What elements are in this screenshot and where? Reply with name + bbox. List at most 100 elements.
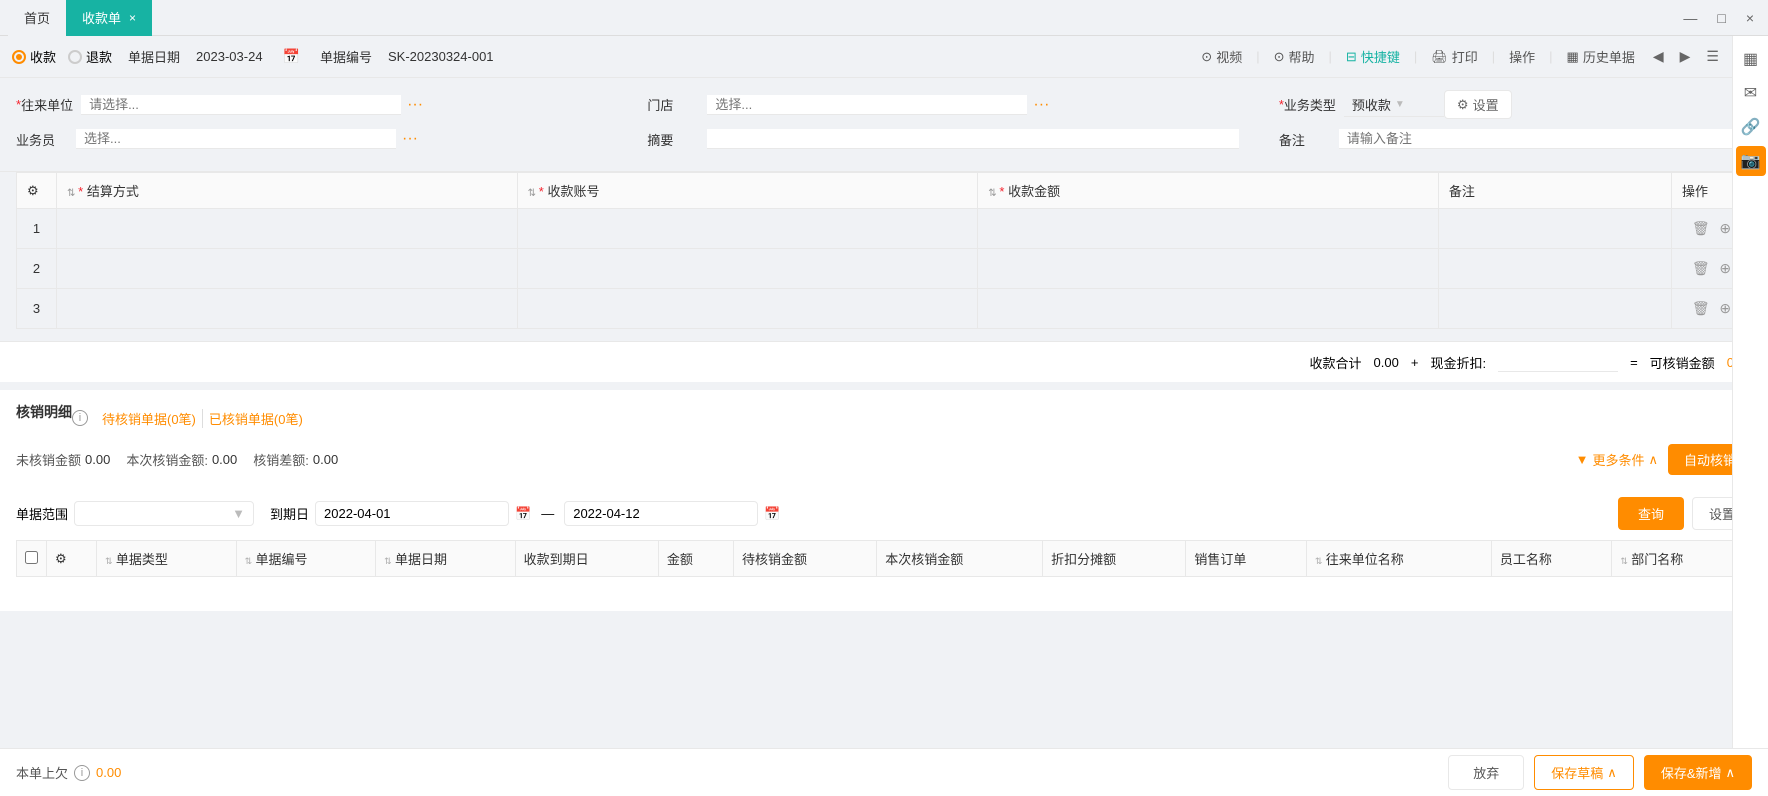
draft-btn[interactable]: 保存草稿 ∧ bbox=[1534, 755, 1634, 790]
range-label: 单据范围 bbox=[16, 504, 68, 523]
copy-row-3-icon[interactable]: ⊕ bbox=[1719, 300, 1731, 316]
history-icon: ▦ bbox=[1567, 49, 1579, 65]
form-row-2: 业务员 ··· 摘要 备注 bbox=[16, 129, 1752, 149]
sort-partner[interactable]: ⇅ bbox=[1315, 556, 1323, 566]
delete-row-1-icon[interactable]: 🗑 bbox=[1692, 220, 1710, 236]
sort-icon-3[interactable]: ⇅ bbox=[988, 188, 999, 199]
tab-home[interactable]: 首页 bbox=[8, 0, 66, 36]
select-all-checkbox[interactable] bbox=[25, 551, 38, 564]
sort-doc-num[interactable]: ⇅ bbox=[245, 556, 253, 566]
row-settlement-2[interactable] bbox=[57, 249, 518, 289]
right-panel-camera-btn[interactable]: 📷 bbox=[1736, 146, 1766, 176]
range-select[interactable]: ▼ bbox=[74, 501, 254, 526]
settings-btn[interactable]: ⚙ 设置 bbox=[1444, 90, 1512, 119]
delete-row-2-icon[interactable]: 🗑 bbox=[1692, 260, 1710, 276]
th-gear[interactable]: ⚙ bbox=[17, 173, 57, 209]
biz-type-select[interactable]: 预收款 ▼ bbox=[1344, 93, 1444, 117]
range-field: 单据范围 ▼ bbox=[16, 501, 254, 526]
query-btn[interactable]: 查询 bbox=[1618, 497, 1684, 530]
row-amount-3[interactable] bbox=[978, 289, 1439, 329]
delete-row-3-icon[interactable]: 🗑 bbox=[1692, 300, 1710, 316]
refund-radio[interactable]: 退款 bbox=[68, 47, 112, 66]
arrow-right-icon[interactable]: ▶ bbox=[1676, 46, 1695, 67]
right-panel-link-btn[interactable]: 🔗 bbox=[1736, 112, 1766, 142]
chevron-icon: ∧ bbox=[1648, 452, 1658, 468]
sort-icon-2[interactable]: ⇅ bbox=[528, 188, 539, 199]
sort-icon[interactable]: ⇅ bbox=[67, 188, 78, 199]
video-btn[interactable]: ⊙ 视频 bbox=[1195, 45, 1248, 68]
home-label: 首页 bbox=[24, 8, 50, 27]
row-account-2[interactable] bbox=[517, 249, 978, 289]
sort-dept[interactable]: ⇅ bbox=[1620, 556, 1628, 566]
footer-prev: 本单上欠 i 0.00 bbox=[16, 763, 121, 782]
th-account: ⇅ * 收款账号 bbox=[517, 173, 978, 209]
store-input[interactable] bbox=[707, 95, 1027, 115]
print-label: 打印 bbox=[1452, 47, 1478, 66]
receipt-radio[interactable]: 收款 bbox=[12, 47, 56, 66]
calendar-start-icon[interactable]: 📅 bbox=[515, 506, 531, 522]
more-conditions-btn[interactable]: ▼ 更多条件 ∧ bbox=[1576, 450, 1658, 469]
maximize-btn[interactable]: □ bbox=[1711, 8, 1731, 28]
unverified-label: 未核销金额 bbox=[16, 450, 81, 469]
shortcut-btn[interactable]: ⊟ 快捷键 bbox=[1340, 45, 1406, 68]
row-settlement-3[interactable] bbox=[57, 289, 518, 329]
done-tab[interactable]: 已核销单据(0笔) bbox=[203, 409, 309, 428]
due-date-end-input[interactable] bbox=[564, 501, 758, 526]
th-checkbox[interactable] bbox=[17, 541, 47, 577]
arrow-left-icon[interactable]: ◀ bbox=[1649, 46, 1668, 67]
help-btn[interactable]: ⊙ 帮助 bbox=[1268, 45, 1321, 68]
receipt-radio-circle bbox=[12, 50, 26, 64]
table-row: 3 🗑 ⊕ bbox=[17, 289, 1752, 329]
diff-label: 核销差额: bbox=[253, 450, 309, 469]
row-amount-2[interactable] bbox=[978, 249, 1439, 289]
row-account-1[interactable] bbox=[517, 209, 978, 249]
calendar-icon[interactable]: 📅 bbox=[279, 46, 304, 67]
th-doc-type: ⇅ 单据类型 bbox=[97, 541, 237, 577]
range-arrow-icon: ▼ bbox=[232, 506, 245, 521]
row-remark-2[interactable] bbox=[1438, 249, 1671, 289]
col-sales-order: 销售订单 bbox=[1194, 552, 1246, 567]
discount-input[interactable] bbox=[1498, 352, 1618, 372]
pending-tab[interactable]: 待核销单据(0笔) bbox=[96, 409, 203, 428]
info-icon[interactable]: i bbox=[72, 410, 88, 426]
memo-input[interactable] bbox=[707, 129, 1238, 149]
gear-icon-bottom: ⚙ bbox=[55, 551, 67, 566]
gear-icon: ⚙ bbox=[27, 183, 39, 198]
staff-more-btn[interactable]: ··· bbox=[396, 130, 424, 148]
row-remark-1[interactable] bbox=[1438, 209, 1671, 249]
tab-close-icon[interactable]: × bbox=[129, 11, 136, 25]
print-btn[interactable]: 🖨 打印 bbox=[1425, 45, 1484, 68]
abandon-btn[interactable]: 放弃 bbox=[1448, 755, 1524, 790]
row-remark-3[interactable] bbox=[1438, 289, 1671, 329]
close-btn[interactable]: × bbox=[1740, 8, 1760, 28]
view-toggle-icon[interactable]: ☰ bbox=[1702, 46, 1723, 67]
row-account-3[interactable] bbox=[517, 289, 978, 329]
calendar-end-icon[interactable]: 📅 bbox=[764, 506, 780, 522]
sort-doc-date[interactable]: ⇅ bbox=[384, 556, 392, 566]
right-panel-mail-btn[interactable]: ✉ bbox=[1736, 78, 1766, 108]
copy-row-1-icon[interactable]: ⊕ bbox=[1719, 220, 1731, 236]
copy-row-2-icon[interactable]: ⊕ bbox=[1719, 260, 1731, 276]
more-conditions-label: 更多条件 bbox=[1592, 450, 1644, 469]
row-settlement-1[interactable] bbox=[57, 209, 518, 249]
sort-doc-type[interactable]: ⇅ bbox=[105, 556, 113, 566]
due-date-start-input[interactable] bbox=[315, 501, 509, 526]
top-toolbar: 收款 退款 单据日期 2023-03-24 📅 单据编号 SK-20230324… bbox=[0, 36, 1768, 78]
minimize-btn[interactable]: — bbox=[1677, 8, 1703, 28]
remark-input[interactable] bbox=[1339, 129, 1752, 149]
prev-info-icon[interactable]: i bbox=[74, 765, 90, 781]
th-gear-bottom[interactable]: ⚙ bbox=[47, 541, 97, 577]
staff-input[interactable] bbox=[76, 129, 396, 149]
operations-btn[interactable]: 操作 bbox=[1503, 45, 1541, 68]
th-current-amount: 本次核销金额 bbox=[877, 541, 1043, 577]
partner-input[interactable] bbox=[81, 95, 401, 115]
right-panel-table-btn[interactable]: ▦ bbox=[1736, 44, 1766, 74]
store-more-btn[interactable]: ··· bbox=[1027, 96, 1055, 114]
filter-fields: 单据范围 ▼ 到期日 📅 — 📅 查询 设置 bbox=[16, 487, 1752, 540]
row-amount-1[interactable] bbox=[978, 209, 1439, 249]
tab-receipt[interactable]: 收款单 × bbox=[66, 0, 152, 36]
partner-more-btn[interactable]: ··· bbox=[401, 96, 429, 114]
save-btn[interactable]: 保存&新增 ∧ bbox=[1644, 755, 1752, 790]
history-btn[interactable]: ▦ 历史单据 bbox=[1561, 45, 1641, 68]
col-settlement-label: 结算方式 bbox=[87, 184, 139, 199]
